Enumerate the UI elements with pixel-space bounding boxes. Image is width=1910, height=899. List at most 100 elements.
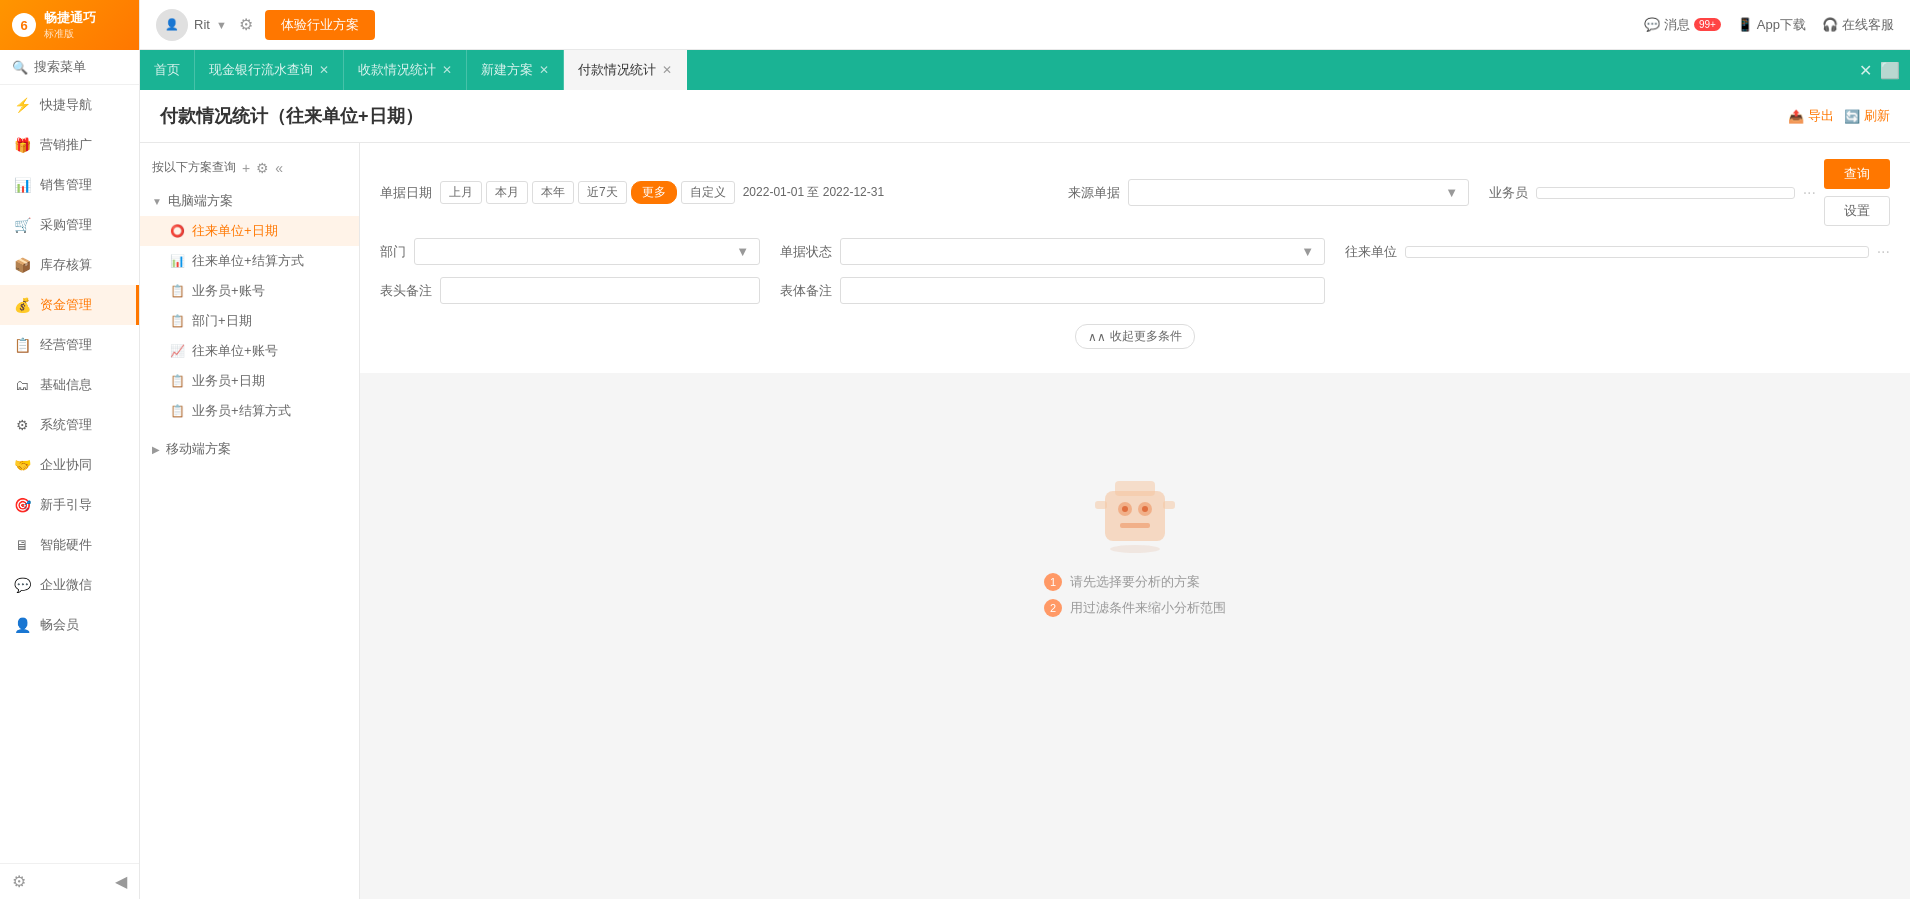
tree-item-label: 部门+日期: [192, 312, 252, 330]
body-note-label: 表体备注: [780, 282, 832, 300]
sidebar-item-sales[interactable]: 📊 销售管理: [0, 165, 139, 205]
search-label: 搜索菜单: [34, 58, 86, 76]
messages-item[interactable]: 💬 消息 99+: [1644, 16, 1721, 34]
collapse-panel-icon[interactable]: «: [275, 160, 283, 176]
docstatus-label: 单据状态: [780, 243, 832, 261]
scheme-icon: 📋: [168, 282, 186, 300]
date-buttons: 上月 本月 本年 近7天 更多 自定义 2022-01-01 至 2022-12…: [440, 181, 884, 204]
close-all-icon[interactable]: ✕: [1859, 61, 1872, 80]
maximize-icon[interactable]: ⬜: [1880, 61, 1900, 80]
date-btn-this-year[interactable]: 本年: [532, 181, 574, 204]
tree-item-label: 往来单位+日期: [192, 222, 278, 240]
sidebar: 6 畅捷通巧 标准版 🔍 搜索菜单 ⚡ 快捷导航 🎁 营销推广 📊 销售管理 🛒…: [0, 0, 140, 899]
message-icon: 💬: [1644, 17, 1660, 32]
bottom-collapse-icon[interactable]: ◀: [115, 872, 127, 891]
tree-item-label: 业务员+账号: [192, 282, 265, 300]
tree-item-salesperson-date[interactable]: 📋 业务员+日期: [140, 366, 359, 396]
partner-select[interactable]: [1405, 246, 1869, 258]
sidebar-item-system[interactable]: ⚙ 系统管理: [0, 405, 139, 445]
svg-point-5: [1142, 506, 1148, 512]
sidebar-item-member[interactable]: 👤 畅会员: [0, 605, 139, 645]
messages-label: 消息: [1664, 16, 1690, 34]
tree-item-label: 往来单位+结算方式: [192, 252, 304, 270]
sidebar-item-quick-nav[interactable]: ⚡ 快捷导航: [0, 85, 139, 125]
date-btn-last-month[interactable]: 上月: [440, 181, 482, 204]
member-icon: 👤: [12, 615, 32, 635]
refresh-button[interactable]: 🔄 刷新: [1844, 107, 1890, 125]
date-btn-7days[interactable]: 近7天: [578, 181, 627, 204]
left-panel-header: 按以下方案查询 + ⚙ «: [140, 153, 359, 182]
tree-item-partner-account[interactable]: 📈 往来单位+账号: [140, 336, 359, 366]
filter-settings-button[interactable]: 设置: [1824, 196, 1890, 226]
trial-btn[interactable]: 体验行业方案: [265, 10, 375, 40]
sidebar-item-guide[interactable]: 🎯 新手引导: [0, 485, 139, 525]
tree-item-salesperson-settle[interactable]: 📋 业务员+结算方式: [140, 396, 359, 426]
filter-row-1: 单据日期 上月 本月 本年 近7天 更多 自定义 2022-01-01 至 20…: [380, 159, 1890, 226]
tab-close-bank[interactable]: ✕: [319, 63, 329, 77]
search-menu-item[interactable]: 🔍 搜索菜单: [0, 50, 139, 85]
date-btn-custom[interactable]: 自定义: [681, 181, 735, 204]
partner-dots[interactable]: ···: [1877, 243, 1890, 261]
online-service-item[interactable]: 🎧 在线客服: [1822, 16, 1894, 34]
query-button[interactable]: 查询: [1824, 159, 1890, 189]
tab-payment[interactable]: 付款情况统计 ✕: [564, 50, 687, 90]
tree-item-label: 业务员+日期: [192, 372, 265, 390]
filter-dept-item: 部门 ▼: [380, 238, 760, 265]
tree-item-partner-date[interactable]: ⭕ 往来单位+日期: [140, 216, 359, 246]
sidebar-item-marketing[interactable]: 🎁 营销推广: [0, 125, 139, 165]
tabs-actions: ✕ ⬜: [1849, 61, 1910, 80]
body-note-input[interactable]: [840, 277, 1325, 304]
tab-close-receive[interactable]: ✕: [442, 63, 452, 77]
tree-item-dept-date[interactable]: 📋 部门+日期: [140, 306, 359, 336]
expand-arrow: ▼: [152, 196, 162, 207]
sidebar-item-wechat[interactable]: 💬 企业微信: [0, 565, 139, 605]
date-btn-more[interactable]: 更多: [631, 181, 677, 204]
pc-section-header[interactable]: ▼ 电脑端方案: [140, 186, 359, 216]
sidebar-item-basic-info[interactable]: 🗂 基础信息: [0, 365, 139, 405]
tab-bank[interactable]: 现金银行流水查询 ✕: [195, 50, 344, 90]
sidebar-item-hardware[interactable]: 🖥 智能硬件: [0, 525, 139, 565]
tree-item-salesperson-account[interactable]: 📋 业务员+账号: [140, 276, 359, 306]
scheme-settings-icon[interactable]: ⚙: [256, 160, 269, 176]
basic-info-icon: 🗂: [12, 375, 32, 395]
add-scheme-icon[interactable]: +: [242, 160, 250, 176]
docstatus-select[interactable]: ▼: [840, 238, 1325, 265]
sidebar-item-inventory[interactable]: 📦 库存核算: [0, 245, 139, 285]
export-label: 导出: [1808, 107, 1834, 125]
wechat-icon: 💬: [12, 575, 32, 595]
pc-section: ▼ 电脑端方案 ⭕ 往来单位+日期 📊 往来单位+结算方式 📋 业务员+账号: [140, 182, 359, 430]
sidebar-item-enterprise[interactable]: 🤝 企业协同: [0, 445, 139, 485]
tree-item-partner-settle[interactable]: 📊 往来单位+结算方式: [140, 246, 359, 276]
tree-item-label: 往来单位+账号: [192, 342, 278, 360]
sidebar-item-purchase[interactable]: 🛒 采购管理: [0, 205, 139, 245]
header-note-input[interactable]: [440, 277, 760, 304]
tab-label: 付款情况统计: [578, 61, 656, 79]
sidebar-item-finance[interactable]: 💰 资金管理: [0, 285, 139, 325]
tab-receive[interactable]: 收款情况统计 ✕: [344, 50, 467, 90]
salesperson-dots[interactable]: ···: [1803, 184, 1816, 202]
export-button[interactable]: 📤 导出: [1788, 107, 1834, 125]
dept-select[interactable]: ▼: [414, 238, 760, 265]
source-select[interactable]: ▼: [1128, 179, 1469, 206]
topbar-settings-icon[interactable]: ⚙: [239, 15, 253, 34]
bottom-settings-icon[interactable]: ⚙: [12, 872, 26, 891]
page-header: 付款情况统计（往来单位+日期） 📤 导出 🔄 刷新: [140, 90, 1910, 143]
date-btn-this-month[interactable]: 本月: [486, 181, 528, 204]
tab-close-new-scheme[interactable]: ✕: [539, 63, 549, 77]
dropdown-icon[interactable]: ▼: [216, 19, 227, 31]
tab-new-scheme[interactable]: 新建方案 ✕: [467, 50, 564, 90]
date-label: 单据日期: [380, 184, 432, 202]
tab-home[interactable]: 首页: [140, 50, 195, 90]
collapse-row: ∧∧ 收起更多条件: [380, 316, 1890, 357]
left-panel-actions: + ⚙ «: [242, 160, 283, 176]
docstatus-dropdown-icon: ▼: [1301, 244, 1314, 259]
salesperson-select[interactable]: [1536, 187, 1795, 199]
tab-close-payment[interactable]: ✕: [662, 63, 672, 77]
system-icon: ⚙: [12, 415, 32, 435]
sidebar-item-label: 资金管理: [40, 296, 92, 314]
collapse-button[interactable]: ∧∧ 收起更多条件: [1075, 324, 1195, 349]
sales-icon: 📊: [12, 175, 32, 195]
app-download-item[interactable]: 📱 App下载: [1737, 16, 1806, 34]
sidebar-item-operation[interactable]: 📋 经营管理: [0, 325, 139, 365]
mobile-section-header[interactable]: ▶ 移动端方案: [140, 434, 359, 464]
